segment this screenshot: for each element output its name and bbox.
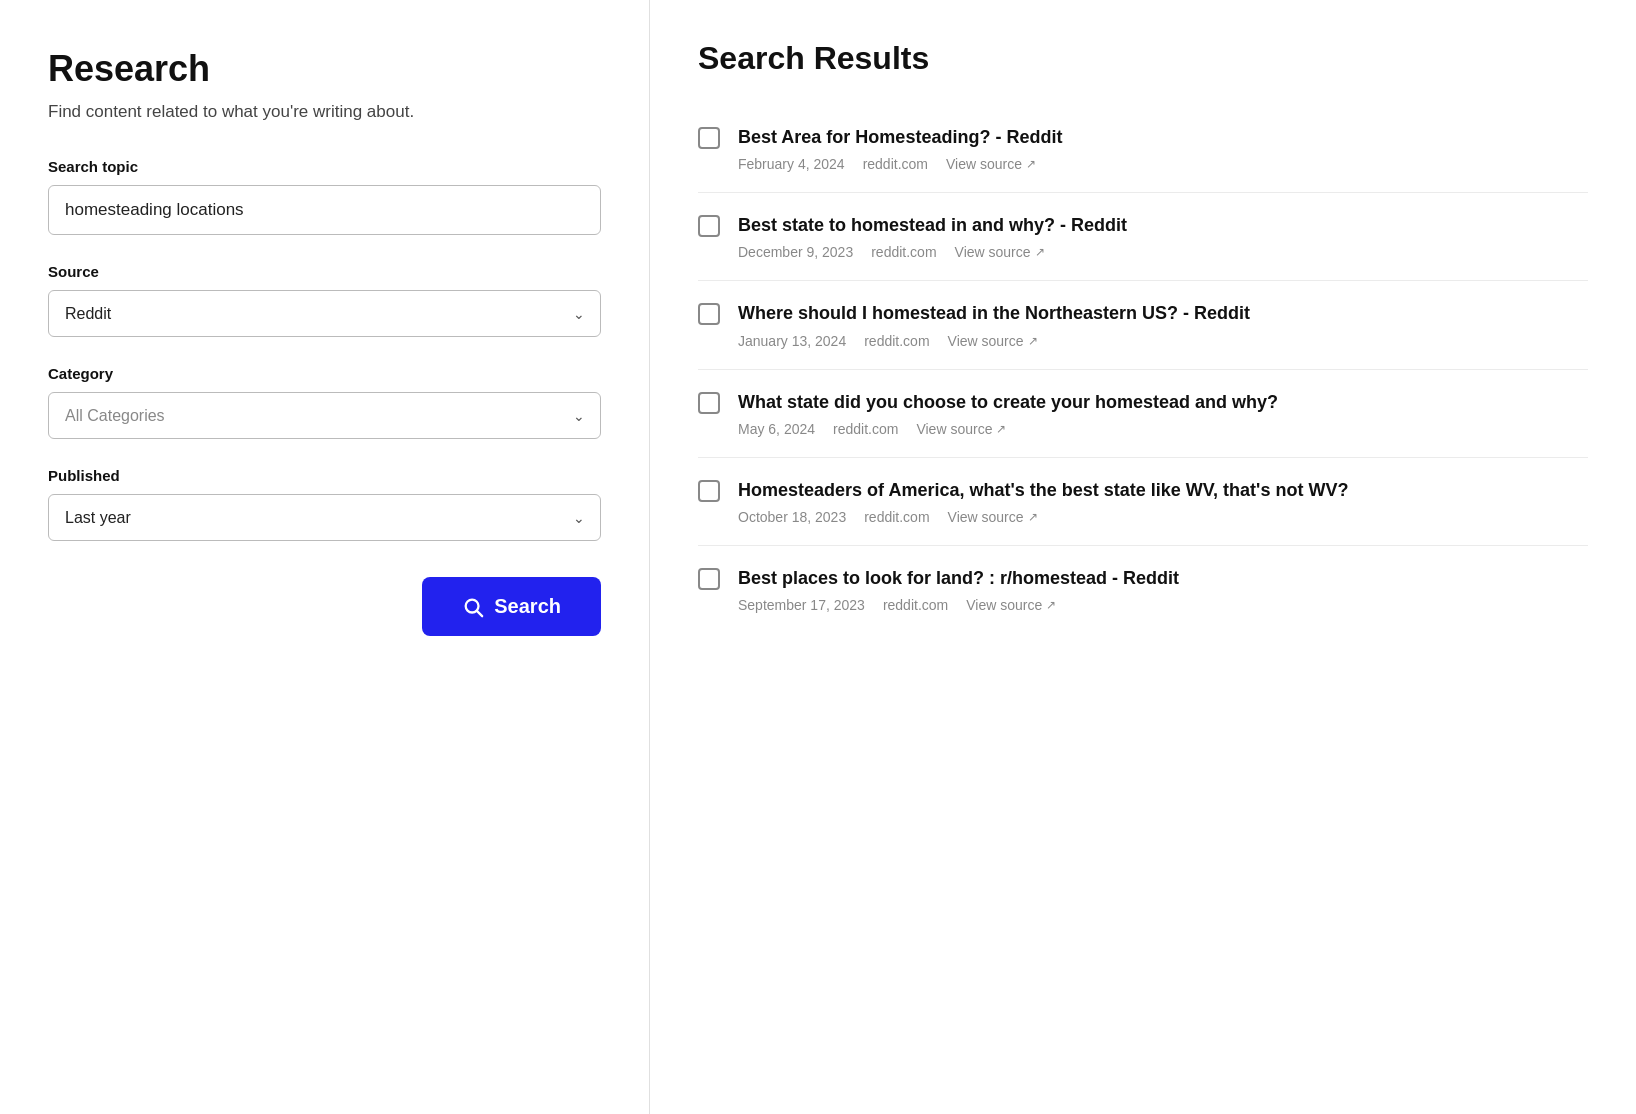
- result-meta-6: September 17, 2023 reddit.com View sourc…: [738, 597, 1588, 613]
- left-panel: Research Find content related to what yo…: [0, 0, 650, 1114]
- external-link-icon: ↗: [996, 422, 1006, 436]
- result-date-3: January 13, 2024: [738, 333, 846, 349]
- external-link-icon: ↗: [1035, 245, 1045, 259]
- category-select-wrapper: All Categories Agriculture Lifestyle Rea…: [48, 392, 601, 439]
- search-icon: [462, 596, 484, 618]
- result-item: Best state to homestead in and why? - Re…: [698, 193, 1588, 281]
- result-title-4: What state did you choose to create your…: [738, 390, 1588, 415]
- result-title-6: Best places to look for land? : r/homest…: [738, 566, 1588, 591]
- svg-line-1: [477, 611, 482, 616]
- result-item: Homesteaders of America, what's the best…: [698, 458, 1588, 546]
- result-meta-3: January 13, 2024 reddit.com View source …: [738, 333, 1588, 349]
- result-item: Best Area for Homesteading? - Reddit Feb…: [698, 105, 1588, 193]
- result-title-5: Homesteaders of America, what's the best…: [738, 478, 1588, 503]
- result-meta-5: October 18, 2023 reddit.com View source …: [738, 509, 1588, 525]
- result-item: What state did you choose to create your…: [698, 370, 1588, 458]
- category-label: Category: [48, 365, 601, 382]
- external-link-icon: ↗: [1028, 334, 1038, 348]
- search-topic-label: Search topic: [48, 158, 601, 175]
- result-source-3: reddit.com: [864, 333, 929, 349]
- result-source-5: reddit.com: [864, 509, 929, 525]
- result-view-source-5[interactable]: View source ↗: [948, 509, 1038, 525]
- result-checkbox-2[interactable]: [698, 215, 720, 237]
- result-content-6: Best places to look for land? : r/homest…: [738, 566, 1588, 613]
- results-list: Best Area for Homesteading? - Reddit Feb…: [698, 105, 1588, 633]
- result-source-4: reddit.com: [833, 421, 898, 437]
- right-panel: Search Results Best Area for Homesteadin…: [650, 0, 1636, 1114]
- search-button-row: Search: [48, 569, 601, 636]
- result-content-1: Best Area for Homesteading? - Reddit Feb…: [738, 125, 1588, 172]
- result-source-2: reddit.com: [871, 244, 936, 260]
- result-checkbox-5[interactable]: [698, 480, 720, 502]
- result-content-4: What state did you choose to create your…: [738, 390, 1588, 437]
- result-view-source-4[interactable]: View source ↗: [916, 421, 1006, 437]
- source-select-wrapper: Reddit All Sources News Blogs ⌄: [48, 290, 601, 337]
- external-link-icon: ↗: [1028, 510, 1038, 524]
- result-content-2: Best state to homestead in and why? - Re…: [738, 213, 1588, 260]
- search-button[interactable]: Search: [422, 577, 601, 636]
- result-source-6: reddit.com: [883, 597, 948, 613]
- page-title: Research: [48, 48, 601, 90]
- result-date-5: October 18, 2023: [738, 509, 846, 525]
- result-title-3: Where should I homestead in the Northeas…: [738, 301, 1588, 326]
- result-checkbox-1[interactable]: [698, 127, 720, 149]
- published-select[interactable]: Last year Last month Last week Any time: [48, 494, 601, 541]
- result-date-1: February 4, 2024: [738, 156, 845, 172]
- result-content-3: Where should I homestead in the Northeas…: [738, 301, 1588, 348]
- external-link-icon: ↗: [1026, 157, 1036, 171]
- source-label: Source: [48, 263, 601, 280]
- result-title-1: Best Area for Homesteading? - Reddit: [738, 125, 1588, 150]
- result-title-2: Best state to homestead in and why? - Re…: [738, 213, 1588, 238]
- result-meta-1: February 4, 2024 reddit.com View source …: [738, 156, 1588, 172]
- result-content-5: Homesteaders of America, what's the best…: [738, 478, 1588, 525]
- result-date-4: May 6, 2024: [738, 421, 815, 437]
- result-view-source-6[interactable]: View source ↗: [966, 597, 1056, 613]
- result-meta-2: December 9, 2023 reddit.com View source …: [738, 244, 1588, 260]
- result-view-source-1[interactable]: View source ↗: [946, 156, 1036, 172]
- external-link-icon: ↗: [1046, 598, 1056, 612]
- result-view-source-2[interactable]: View source ↗: [955, 244, 1045, 260]
- result-source-1: reddit.com: [863, 156, 928, 172]
- result-item: Where should I homestead in the Northeas…: [698, 281, 1588, 369]
- result-date-6: September 17, 2023: [738, 597, 865, 613]
- published-group: Published Last year Last month Last week…: [48, 467, 601, 541]
- search-topic-group: Search topic: [48, 158, 601, 235]
- result-date-2: December 9, 2023: [738, 244, 853, 260]
- result-meta-4: May 6, 2024 reddit.com View source ↗: [738, 421, 1588, 437]
- search-topic-input[interactable]: [48, 185, 601, 235]
- category-select[interactable]: All Categories Agriculture Lifestyle Rea…: [48, 392, 601, 439]
- result-item: Best places to look for land? : r/homest…: [698, 546, 1588, 633]
- source-group: Source Reddit All Sources News Blogs ⌄: [48, 263, 601, 337]
- published-label: Published: [48, 467, 601, 484]
- category-group: Category All Categories Agriculture Life…: [48, 365, 601, 439]
- source-select[interactable]: Reddit All Sources News Blogs: [48, 290, 601, 337]
- result-checkbox-4[interactable]: [698, 392, 720, 414]
- published-select-wrapper: Last year Last month Last week Any time …: [48, 494, 601, 541]
- page-subtitle: Find content related to what you're writ…: [48, 102, 601, 122]
- result-checkbox-3[interactable]: [698, 303, 720, 325]
- result-checkbox-6[interactable]: [698, 568, 720, 590]
- result-view-source-3[interactable]: View source ↗: [948, 333, 1038, 349]
- results-title: Search Results: [698, 40, 1588, 77]
